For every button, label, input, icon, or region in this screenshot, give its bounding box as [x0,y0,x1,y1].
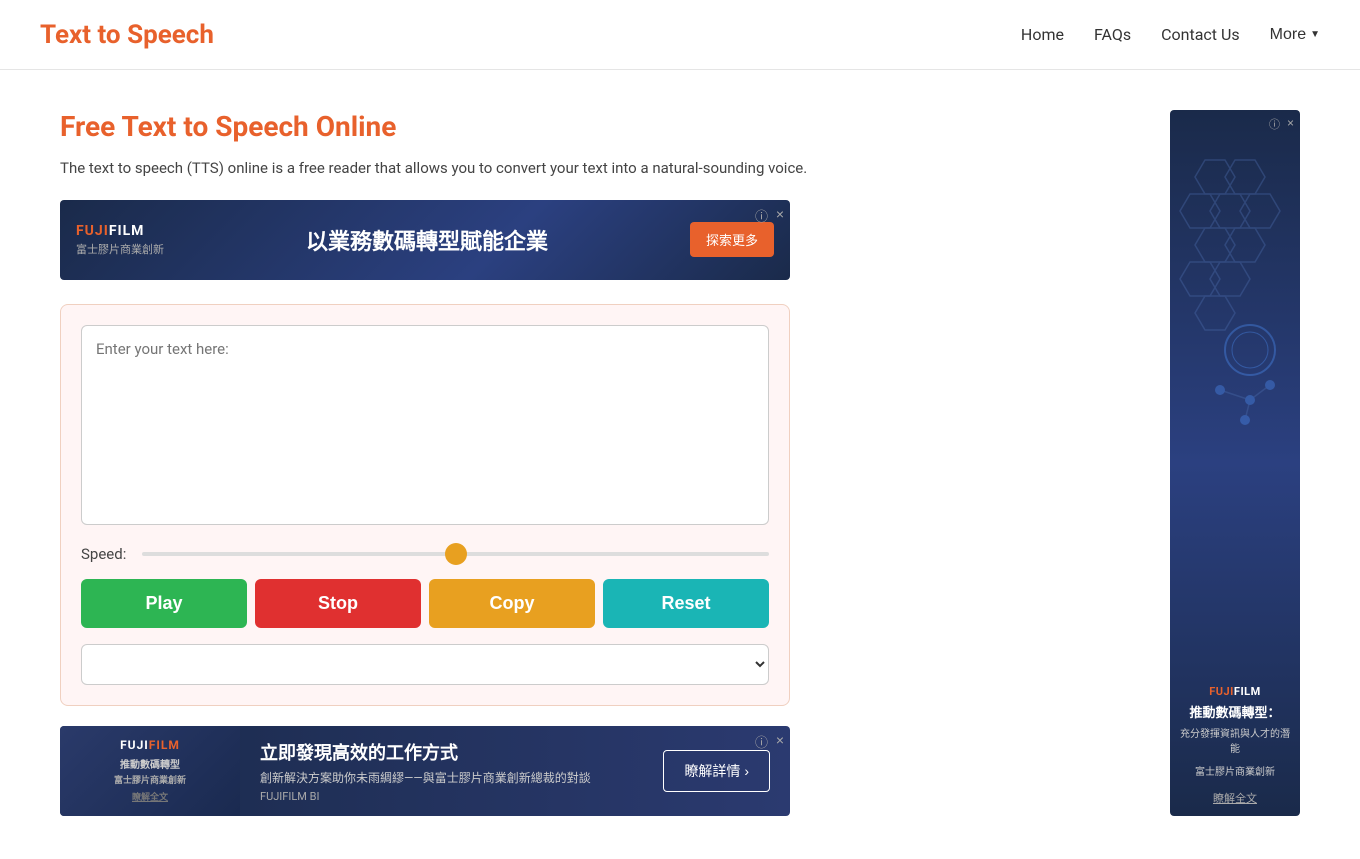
ad-banner-bottom: FUJIFILM 推動數碼轉型 富士膠片商業創新 瞭解全文 立即發現高效的工作方… [60,726,790,816]
page-description: The text to speech (TTS) online is a fre… [60,157,1140,180]
nav-more-button[interactable]: More [1270,26,1320,44]
sidebar-ad-logo: FUJIFILM [1209,685,1261,698]
ad-top-cta[interactable]: 探索更多 [690,222,774,257]
sidebar-ad-decoration [1170,140,1300,440]
sidebar-ad-close-button[interactable]: × [1287,116,1294,130]
nav-contact[interactable]: Contact Us [1161,25,1240,44]
speed-row: Speed: [81,545,769,563]
play-button[interactable]: Play [81,579,247,628]
tts-box: Speed: Play Stop Copy Reset English (US)… [60,304,790,706]
ad-bottom-close-button[interactable]: × [776,732,784,748]
sidebar-ad-headline: 推動數碼轉型： [1189,702,1280,721]
nav-home[interactable]: Home [1021,25,1064,44]
ad-top-left: FUJIFILM 富士膠片商業創新 [76,223,164,257]
ad-bottom-info-button[interactable]: ⓘ [755,732,768,751]
sidebar-ad-cta-button[interactable]: 瞭解全文 [1213,790,1257,806]
main-content: Free Text to Speech Online The text to s… [60,110,1140,816]
sidebar-ad-sub: 充分發揮資訊與人才的潛能 [1180,725,1290,755]
ad-banner-top: FUJIFILM 富士膠片商業創新 以業務數碼轉型賦能企業 探索更多 ⓘ × [60,200,790,280]
navbar: Text to Speech Home FAQs Contact Us More [0,0,1360,70]
ad-bottom-sub: 創新解決方案助你未雨綢繆——與富士膠片商業創新總裁的對談 [260,769,643,786]
ad-bottom-img-source: 富士膠片商業創新 [114,773,186,786]
text-input[interactable] [81,325,769,525]
speed-slider[interactable] [142,552,769,556]
ad-top-info-button[interactable]: ⓘ [755,206,768,225]
ad-bottom-headline: 立即發現高效的工作方式 [260,739,643,765]
nav-faqs[interactable]: FAQs [1094,25,1131,44]
reset-button[interactable]: Reset [603,579,769,628]
copy-button[interactable]: Copy [429,579,595,628]
ad-top-close-button[interactable]: × [776,206,784,222]
ad-top-headline: 以業務數碼轉型賦能企業 [164,224,690,256]
ad-bottom-image: FUJIFILM 推動數碼轉型 富士膠片商業創新 瞭解全文 [60,726,240,816]
stop-button[interactable]: Stop [255,579,421,628]
buttons-row: Play Stop Copy Reset [81,579,769,628]
ad-bottom-text: 立即發現高效的工作方式 創新解決方案助你未雨綢繆——與富士膠片商業創新總裁的對談… [240,729,663,813]
ad-top-logo: FUJIFILM [76,223,164,239]
ad-bottom-img-text: 推動數碼轉型 [114,756,186,771]
sidebar-ad-info-button[interactable]: ⓘ [1269,116,1280,132]
speed-label: Speed: [81,545,126,563]
page-wrapper: Free Text to Speech Online The text to s… [30,70,1330,856]
language-select[interactable]: English (US) English (UK) Chinese (Simpl… [81,644,769,685]
site-logo[interactable]: Text to Speech [40,20,214,50]
ad-top-subtext: 富士膠片商業創新 [76,241,164,257]
ad-bottom-source: FUJIFILM BI [260,790,643,803]
sidebar-ad-source: 富士膠片商業創新 [1195,763,1275,778]
sidebar-ad: FUJIFILM 推動數碼轉型： 充分發揮資訊與人才的潛能 富士膠片商業創新 瞭… [1170,110,1300,816]
ad-bottom-img-logo: FUJIFILM [114,738,186,752]
ad-bottom-img-readmore[interactable]: 瞭解全文 [114,790,186,803]
ad-bottom-cta-button[interactable]: 瞭解詳情 › [663,750,770,792]
page-title: Free Text to Speech Online [60,110,1140,143]
